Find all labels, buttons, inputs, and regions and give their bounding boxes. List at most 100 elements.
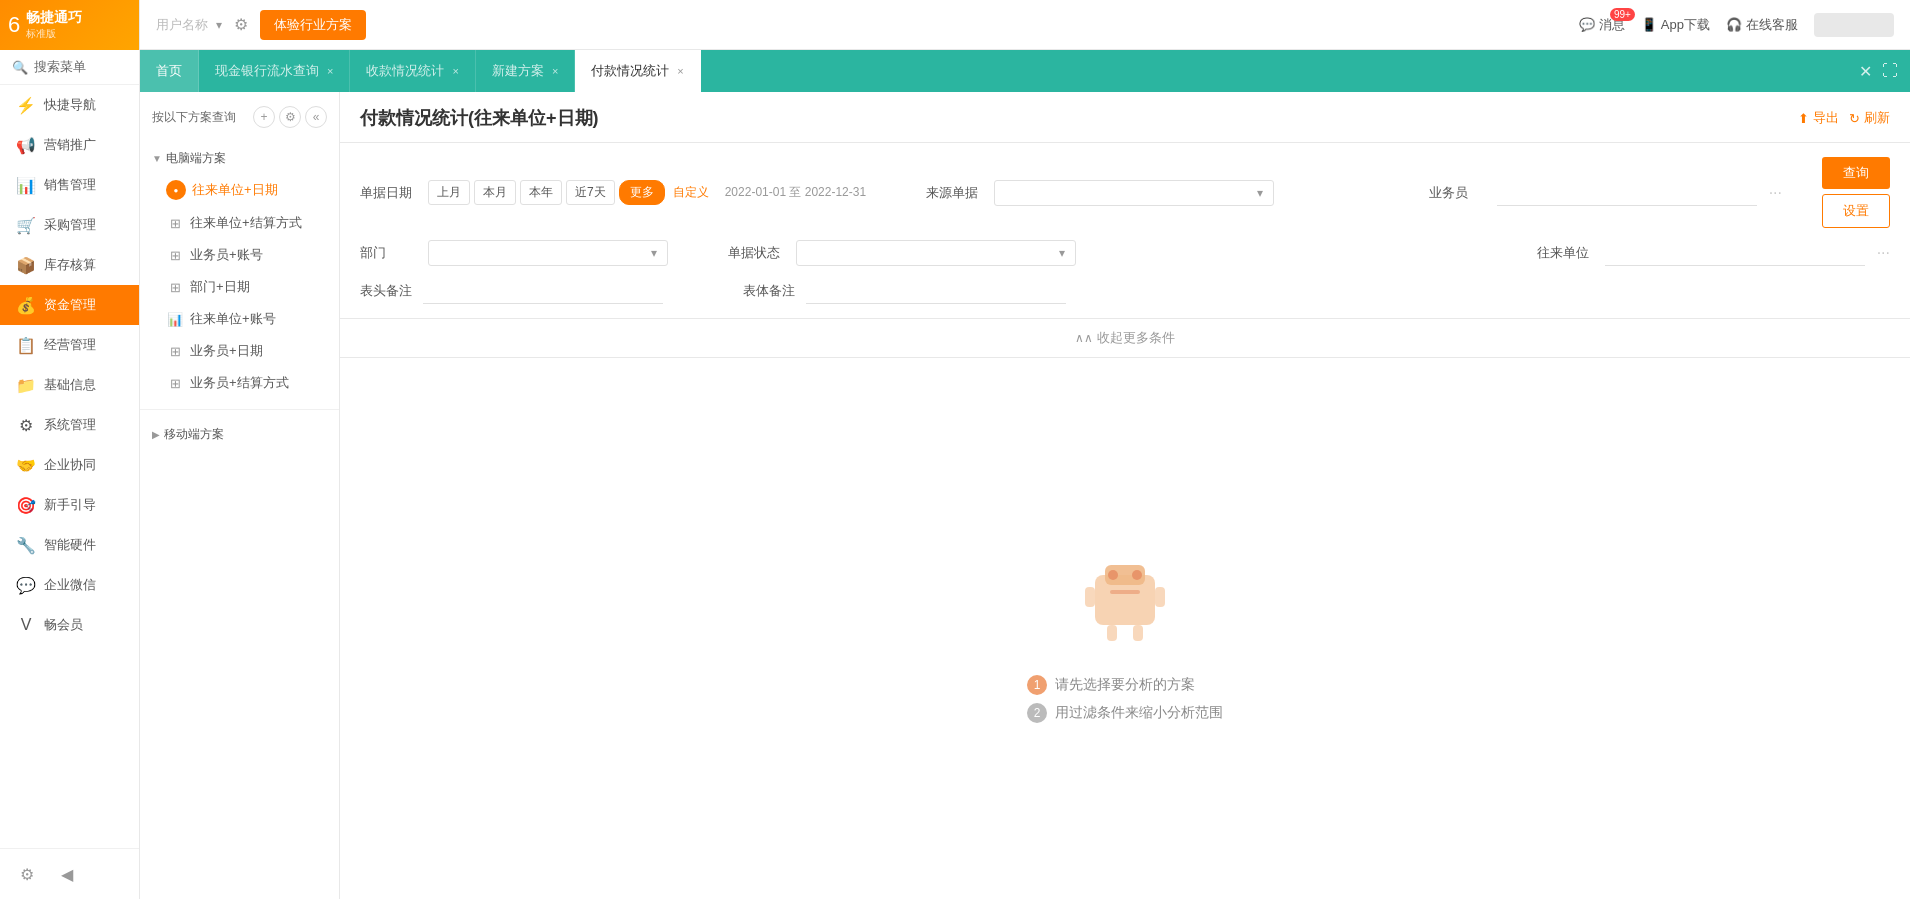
this-month-btn[interactable]: 本月: [474, 180, 516, 205]
system-nav-icon: ⚙: [16, 415, 36, 435]
export-button[interactable]: ⬆ 导出: [1798, 109, 1839, 127]
sidebar-nav: ⚡快捷导航📢营销推广📊销售管理 🛒 采购管理 📦库存核算💰资金管理📋经营管理📁基础信息…: [0, 85, 139, 645]
sidebar-nav-label-hardware: 智能硬件: [44, 536, 96, 554]
svg-rect-7: [1107, 625, 1117, 641]
scheme-item-staff-account[interactable]: ⊞业务员+账号: [140, 239, 339, 271]
staff-input[interactable]: [1497, 180, 1757, 206]
message-badge: 99+: [1610, 8, 1635, 21]
collapse-sidebar-button[interactable]: ◀: [52, 859, 82, 889]
settings-footer-button[interactable]: ⚙: [12, 859, 42, 889]
date-filter-label: 单据日期: [360, 184, 420, 202]
message-button[interactable]: 💬 消息 99+: [1579, 16, 1625, 34]
mobile-section-arrow-icon: ▶: [152, 429, 160, 440]
tab-receipt-stats[interactable]: 收款情况统计×: [350, 50, 475, 92]
guide-nav-icon: 🎯: [16, 495, 36, 515]
sidebar-footer: ⚙ ◀: [0, 848, 139, 899]
tip-text-1: 请先选择要分析的方案: [1055, 676, 1195, 694]
sidebar-item-member[interactable]: V畅会员: [0, 605, 139, 645]
note-body-input[interactable]: [806, 278, 1066, 304]
scheme-item-staff-settle[interactable]: ⊞业务员+结算方式: [140, 367, 339, 399]
active-dot-icon: [166, 180, 186, 200]
tip-num-2: 2: [1027, 703, 1047, 723]
app-download-button[interactable]: 📱 App下载: [1641, 16, 1710, 34]
tip-text-2: 用过滤条件来缩小分析范围: [1055, 704, 1223, 722]
scheme-item-label-staff-account: 业务员+账号: [190, 246, 263, 264]
svg-point-3: [1132, 570, 1142, 580]
basic-info-nav-icon: 📁: [16, 375, 36, 395]
scheme-item-label-dept-date: 部门+日期: [190, 278, 250, 296]
sidebar-item-operation[interactable]: 📋经营管理: [0, 325, 139, 365]
grid-icon: ⊞: [166, 214, 184, 232]
this-year-btn[interactable]: 本年: [520, 180, 562, 205]
last-7days-btn[interactable]: 近7天: [566, 180, 615, 205]
purchase-nav-icon: 🛒: [16, 215, 36, 235]
more-date-btn[interactable]: 更多: [619, 180, 665, 205]
tab-close-payment-stats[interactable]: ×: [677, 65, 683, 77]
scheme-item-dept-date[interactable]: ⊞部门+日期: [140, 271, 339, 303]
mobile-scheme-section-title[interactable]: ▶ 移动端方案: [140, 420, 339, 449]
collapse-scheme-button[interactable]: «: [305, 106, 327, 128]
marketing-nav-icon: 📢: [16, 135, 36, 155]
tab-payment-stats[interactable]: 付款情况统计×: [575, 50, 700, 92]
staff-dots-icon[interactable]: ···: [1769, 184, 1782, 202]
sidebar-item-guide[interactable]: 🎯新手引导: [0, 485, 139, 525]
doc-status-filter-col: 单据状态 ▾: [728, 240, 1517, 266]
grid-icon: ⊞: [166, 342, 184, 360]
settings-button[interactable]: 设置: [1822, 194, 1890, 228]
sidebar-item-quick-nav[interactable]: ⚡快捷导航: [0, 85, 139, 125]
source-select[interactable]: ▾: [994, 180, 1274, 206]
note-header-input[interactable]: [423, 278, 663, 304]
sidebar-nav-label-quick-nav: 快捷导航: [44, 96, 96, 114]
sidebar-item-marketing[interactable]: 📢营销推广: [0, 125, 139, 165]
sidebar-item-finance[interactable]: 💰资金管理: [0, 285, 139, 325]
query-button[interactable]: 查询: [1822, 157, 1890, 189]
sidebar-nav-label-purchase: 采购管理: [44, 216, 96, 234]
sidebar-item-sales[interactable]: 📊销售管理: [0, 165, 139, 205]
tab-home[interactable]: 首页: [140, 50, 199, 92]
sidebar-item-hardware[interactable]: 🔧智能硬件: [0, 525, 139, 565]
trial-button[interactable]: 体验行业方案: [260, 10, 366, 40]
settings-scheme-button[interactable]: ⚙: [279, 106, 301, 128]
wechat-nav-icon: 💬: [16, 575, 36, 595]
desktop-scheme-items: 往来单位+日期⊞往来单位+结算方式⊞业务员+账号⊞部门+日期📊往来单位+账号⊞业…: [140, 173, 339, 399]
chart-icon: 📊: [166, 310, 184, 328]
refresh-button[interactable]: ↻ 刷新: [1849, 109, 1890, 127]
tab-close-cash-flow[interactable]: ×: [327, 65, 333, 77]
scheme-item-partner-settle[interactable]: ⊞ 往来单位+结算方式: [140, 207, 339, 239]
close-all-tabs-icon[interactable]: ✕: [1859, 62, 1872, 81]
scheme-item-partner-account[interactable]: 📊往来单位+账号: [140, 303, 339, 335]
topbar: 用户名称 ▾ ⚙ 体验行业方案 💬 消息 99+ 📱 App下载 🎧 在线客服: [140, 0, 1910, 50]
sidebar-search-label: 搜索菜单: [34, 58, 86, 76]
tab-close-receipt-stats[interactable]: ×: [452, 65, 458, 77]
online-service-button[interactable]: 🎧 在线客服: [1726, 16, 1798, 34]
dept-label: 部门: [360, 244, 420, 262]
last-month-btn[interactable]: 上月: [428, 180, 470, 205]
tab-close-new-scheme[interactable]: ×: [552, 65, 558, 77]
desktop-scheme-section-title[interactable]: ▼ 电脑端方案: [140, 144, 339, 173]
topbar-gear-icon[interactable]: ⚙: [234, 15, 248, 34]
sidebar-item-purchase[interactable]: 🛒 采购管理: [0, 205, 139, 245]
tab-new-scheme[interactable]: 新建方案×: [476, 50, 575, 92]
filter-row-2: 部门 ▾ 单据状态 ▾ 往来单位: [360, 240, 1890, 266]
sidebar-item-basic-info[interactable]: 📁基础信息: [0, 365, 139, 405]
partner-dots-icon[interactable]: ···: [1877, 244, 1890, 262]
tab-cash-flow[interactable]: 现金银行流水查询×: [199, 50, 350, 92]
sidebar-item-enterprise[interactable]: 🤝企业协同: [0, 445, 139, 485]
expand-icon[interactable]: ⛶: [1882, 62, 1898, 80]
partner-input[interactable]: [1605, 240, 1865, 266]
topbar-brand: 用户名称 ▾: [156, 16, 222, 34]
collapse-button[interactable]: ∧∧ 收起更多条件: [1075, 329, 1175, 347]
sidebar-search[interactable]: 🔍 搜索菜单: [0, 50, 139, 85]
scheme-item-staff-date[interactable]: ⊞业务员+日期: [140, 335, 339, 367]
doc-status-select[interactable]: ▾: [796, 240, 1076, 266]
scheme-item-label-partner-settle: 往来单位+结算方式: [190, 214, 302, 232]
sidebar-item-system[interactable]: ⚙系统管理: [0, 405, 139, 445]
content-area: 按以下方案查询 + ⚙ « ▼ 电脑端方案 往来单位+日期⊞往来单位+结算方式⊞…: [140, 92, 1910, 899]
sidebar-item-inventory[interactable]: 📦库存核算: [0, 245, 139, 285]
note-body-col: 表体备注: [743, 278, 1066, 304]
dept-select[interactable]: ▾: [428, 240, 668, 266]
dept-select-arrow-icon: ▾: [651, 246, 657, 260]
add-scheme-button[interactable]: +: [253, 106, 275, 128]
sidebar-item-wechat[interactable]: 💬企业微信: [0, 565, 139, 605]
scheme-item-partner-date[interactable]: 往来单位+日期: [140, 173, 339, 207]
